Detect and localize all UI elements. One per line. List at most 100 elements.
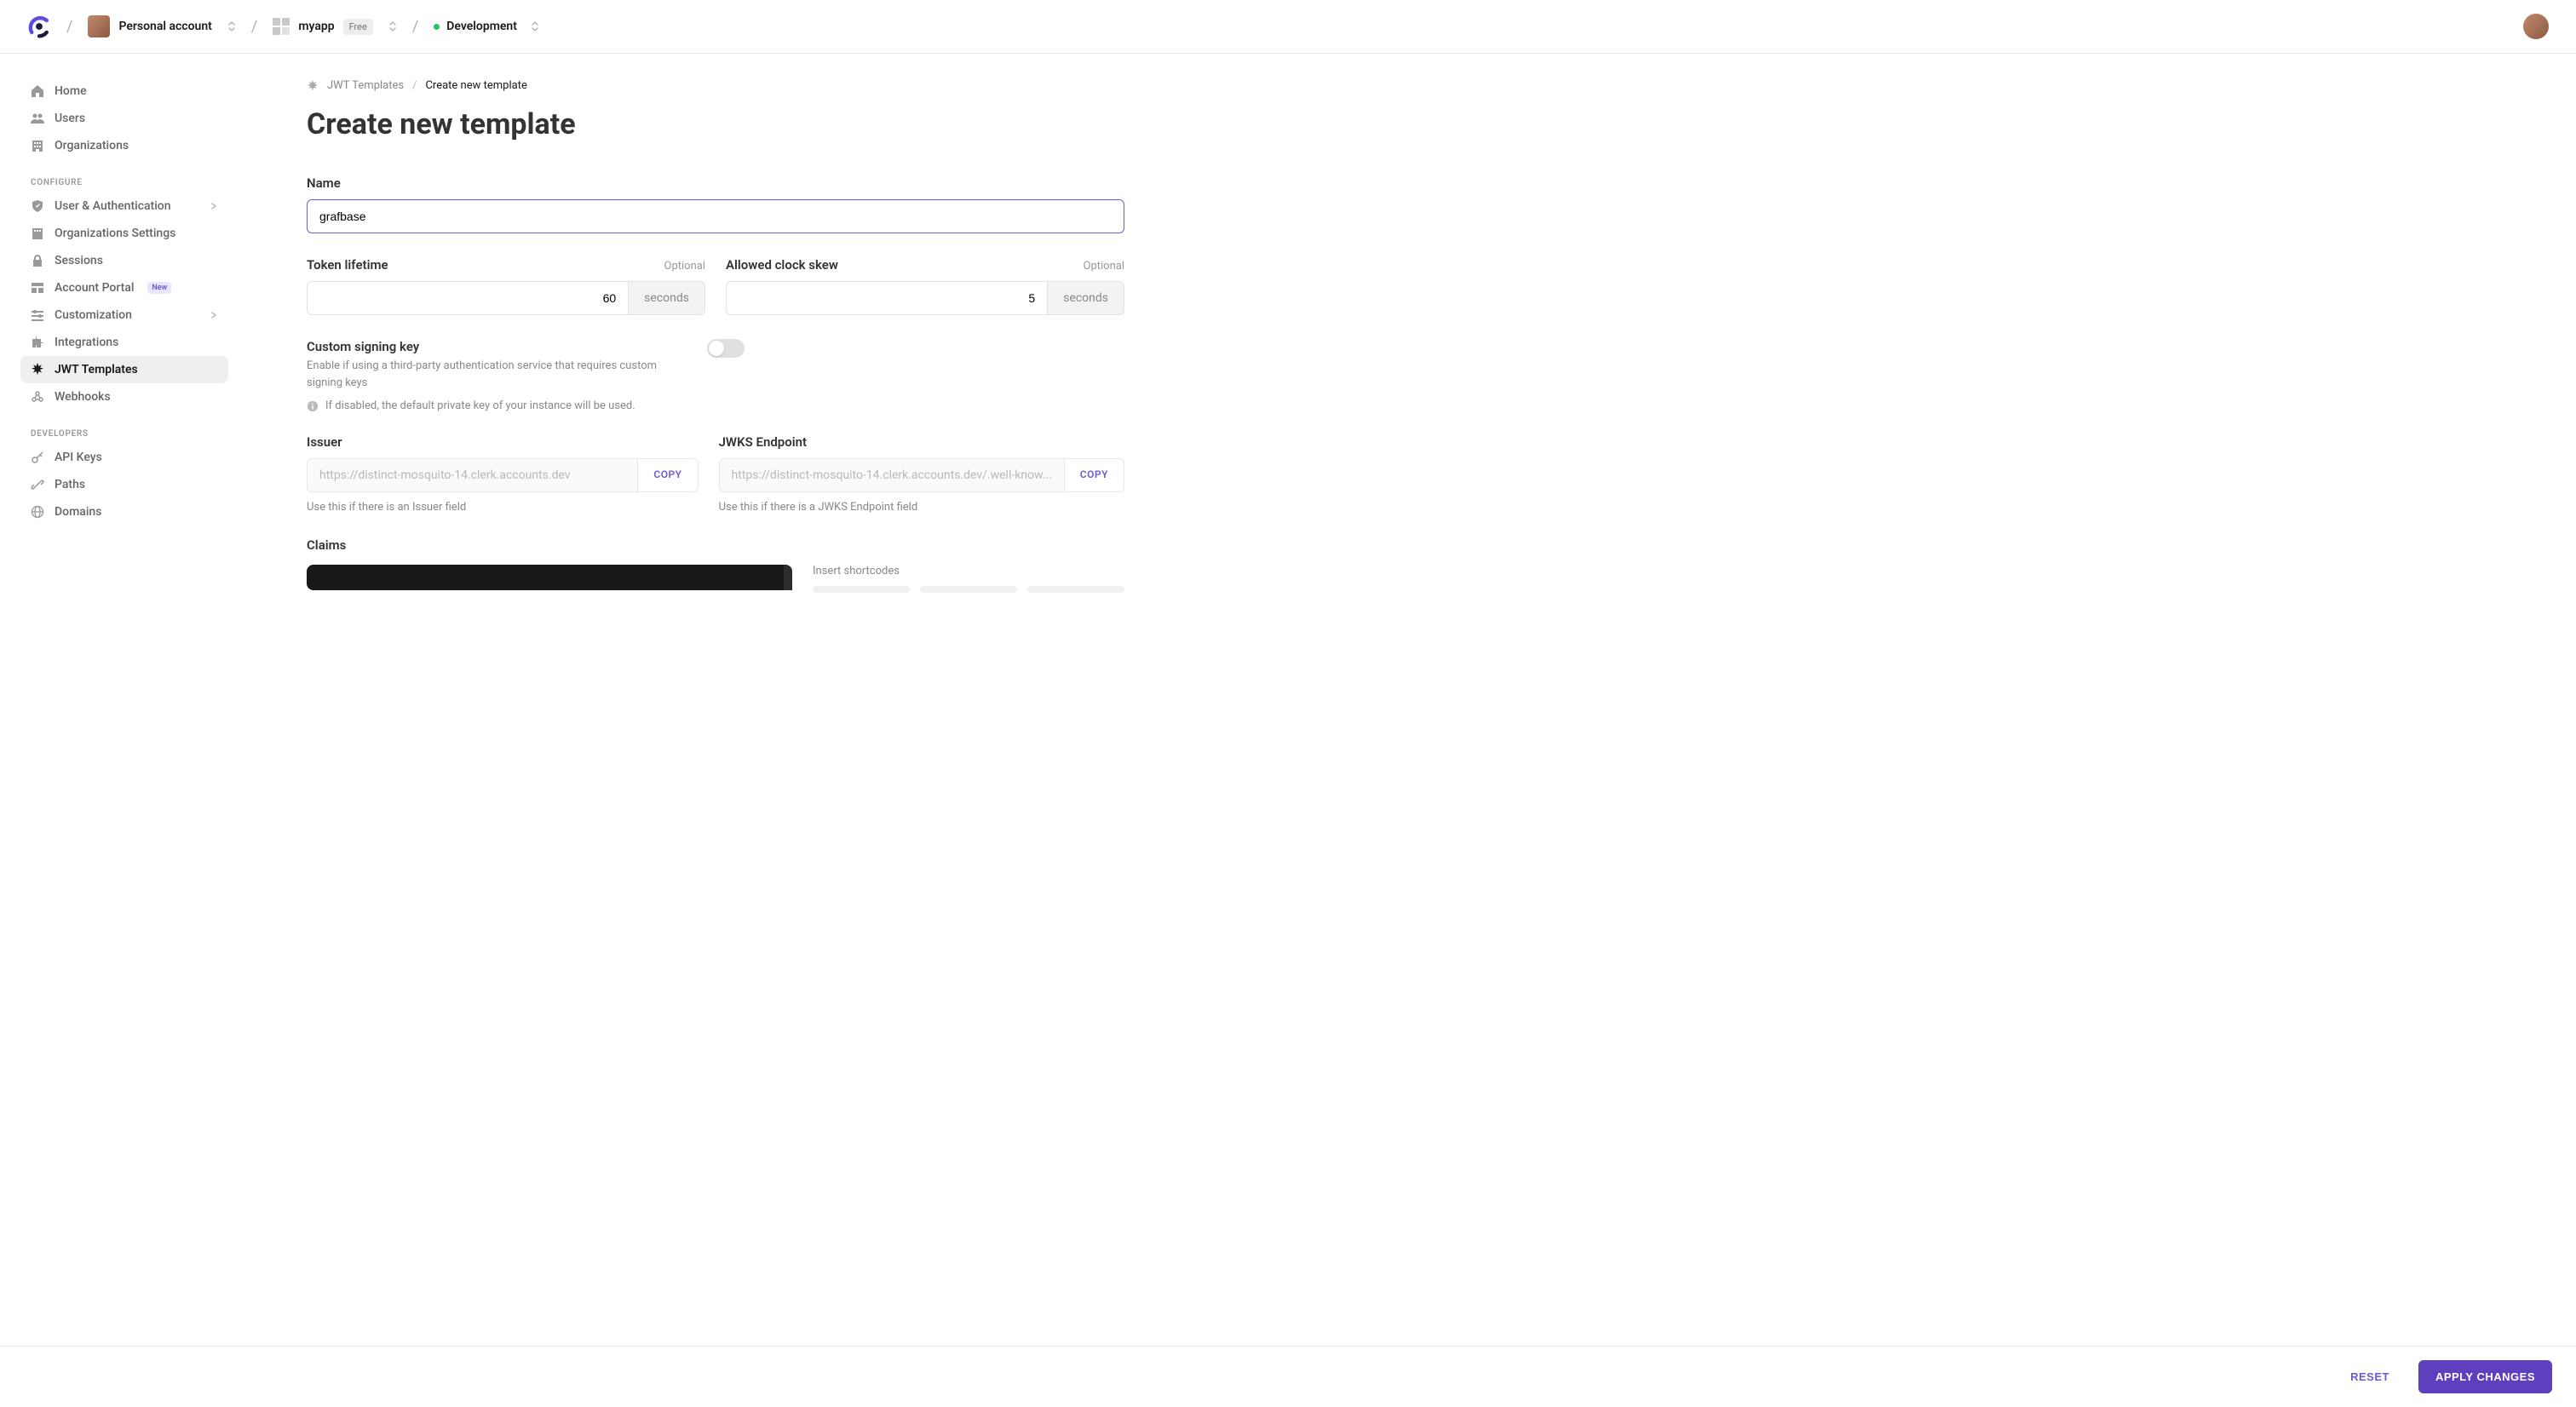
breadcrumb-sep: / bbox=[412, 18, 418, 36]
users-icon bbox=[31, 112, 44, 125]
sidebar-item-organizations[interactable]: Organizations bbox=[20, 132, 228, 159]
claims-editor[interactable] bbox=[307, 565, 792, 590]
app-selector[interactable]: myapp Free bbox=[273, 18, 397, 35]
breadcrumb-sep: / bbox=[66, 18, 72, 36]
copy-jwks-button[interactable]: COPY bbox=[1064, 459, 1124, 491]
breadcrumb-sep: / bbox=[412, 79, 417, 92]
jwks-label: JWKS Endpoint bbox=[719, 434, 807, 450]
puzzle-icon bbox=[31, 336, 44, 349]
sidebar-item-sessions[interactable]: Sessions bbox=[20, 247, 228, 274]
sidebar-item-account-portal[interactable]: Account Portal New bbox=[20, 274, 228, 302]
chevron-updown-icon[interactable] bbox=[531, 20, 539, 32]
signing-key-subtitle: Enable if using a third-party authentica… bbox=[307, 358, 673, 391]
header-left: / Personal account / myapp Free / Develo… bbox=[27, 14, 539, 38]
sidebar-item-jwt-templates[interactable]: JWT Templates bbox=[20, 356, 228, 383]
sidebar-item-label: Integrations bbox=[55, 336, 118, 349]
breadcrumb-sep: / bbox=[251, 18, 257, 36]
lock-icon bbox=[31, 254, 44, 267]
name-label: Name bbox=[307, 175, 341, 191]
sidebar-item-webhooks[interactable]: Webhooks bbox=[20, 383, 228, 411]
clock-skew-input[interactable] bbox=[727, 282, 1047, 314]
app-label: myapp bbox=[298, 20, 334, 33]
token-lifetime-input[interactable] bbox=[308, 282, 628, 314]
sidebar: Home Users Organizations CONFIGURE User … bbox=[0, 54, 239, 1350]
app-icon bbox=[273, 18, 290, 35]
token-lifetime-unit: seconds bbox=[628, 282, 704, 314]
signing-key-help: If disabled, the default private key of … bbox=[325, 399, 635, 412]
user-avatar[interactable] bbox=[2523, 14, 2549, 39]
account-selector[interactable]: Personal account bbox=[88, 15, 235, 37]
sidebar-item-paths[interactable]: Paths bbox=[20, 471, 228, 498]
copy-issuer-button[interactable]: COPY bbox=[637, 459, 697, 491]
name-input[interactable] bbox=[307, 199, 1124, 233]
sidebar-item-domains[interactable]: Domains bbox=[20, 498, 228, 525]
env-selector[interactable]: Development bbox=[434, 20, 539, 33]
info-icon bbox=[307, 400, 319, 412]
token-lifetime-label: Token lifetime bbox=[307, 257, 388, 273]
burst-icon bbox=[307, 80, 319, 92]
chevron-right-icon bbox=[210, 202, 218, 210]
sidebar-item-label: Customization bbox=[55, 308, 132, 322]
optional-label: Optional bbox=[1084, 260, 1124, 273]
sidebar-heading-developers: DEVELOPERS bbox=[20, 429, 228, 444]
sidebar-item-label: API Keys bbox=[55, 451, 102, 464]
footer-bar: RESET APPLY CHANGES bbox=[0, 1346, 2576, 1407]
reset-button[interactable]: RESET bbox=[2338, 1360, 2401, 1393]
toggle-knob bbox=[709, 341, 724, 356]
shortcodes-label: Insert shortcodes bbox=[813, 565, 1124, 577]
shortcode-pill[interactable] bbox=[813, 586, 910, 593]
clock-skew-unit: seconds bbox=[1047, 282, 1124, 314]
sidebar-item-label: Organizations Settings bbox=[55, 227, 175, 240]
sidebar-item-label: Organizations bbox=[55, 139, 129, 152]
issuer-value: https://distinct-mosquito-14.clerk.accou… bbox=[308, 459, 637, 491]
main-content: JWT Templates / Create new template Crea… bbox=[239, 54, 1176, 1350]
issuer-help: Use this if there is an Issuer field bbox=[307, 501, 699, 514]
sidebar-item-home[interactable]: Home bbox=[20, 78, 228, 105]
building-icon bbox=[31, 227, 44, 240]
sidebar-item-customization[interactable]: Customization bbox=[20, 302, 228, 329]
breadcrumb-parent[interactable]: JWT Templates bbox=[327, 79, 404, 92]
chevron-updown-icon[interactable] bbox=[227, 20, 236, 32]
sidebar-item-label: JWT Templates bbox=[55, 363, 138, 376]
sidebar-item-label: Sessions bbox=[55, 254, 103, 267]
apply-changes-button[interactable]: APPLY CHANGES bbox=[2418, 1360, 2552, 1393]
plan-badge: Free bbox=[343, 19, 373, 35]
sidebar-item-org-settings[interactable]: Organizations Settings bbox=[20, 220, 228, 247]
optional-label: Optional bbox=[664, 260, 705, 273]
new-badge: New bbox=[147, 282, 171, 294]
portal-icon bbox=[31, 281, 44, 295]
jwks-help: Use this if there is a JWKS Endpoint fie… bbox=[719, 501, 1124, 514]
clock-skew-label: Allowed clock skew bbox=[726, 257, 838, 273]
sidebar-item-label: Domains bbox=[55, 505, 101, 519]
sidebar-heading-configure: CONFIGURE bbox=[20, 178, 228, 192]
claims-label: Claims bbox=[307, 537, 346, 553]
chevron-right-icon bbox=[210, 311, 218, 319]
sidebar-item-integrations[interactable]: Integrations bbox=[20, 329, 228, 356]
chevron-updown-icon[interactable] bbox=[388, 20, 397, 32]
sliders-icon bbox=[31, 308, 44, 322]
shortcode-pill[interactable] bbox=[1027, 586, 1124, 593]
sidebar-item-label: User & Authentication bbox=[55, 199, 171, 213]
clerk-logo[interactable] bbox=[27, 14, 51, 38]
link-icon bbox=[31, 478, 44, 491]
webhook-icon bbox=[31, 390, 44, 404]
sidebar-item-user-auth[interactable]: User & Authentication bbox=[20, 192, 228, 220]
burst-icon bbox=[31, 363, 44, 376]
account-label: Personal account bbox=[118, 20, 211, 33]
jwks-value: https://distinct-mosquito-14.clerk.accou… bbox=[720, 459, 1064, 491]
key-icon bbox=[31, 451, 44, 464]
home-icon bbox=[31, 84, 44, 98]
issuer-label: Issuer bbox=[307, 434, 342, 450]
sidebar-item-label: Home bbox=[55, 84, 87, 98]
env-label: Development bbox=[446, 20, 517, 33]
signing-key-toggle[interactable] bbox=[707, 339, 745, 358]
signing-key-title: Custom signing key bbox=[307, 339, 673, 354]
sidebar-item-users[interactable]: Users bbox=[20, 105, 228, 132]
shield-icon bbox=[31, 199, 44, 213]
sidebar-item-label: Account Portal bbox=[55, 281, 134, 295]
shortcode-pill[interactable] bbox=[920, 586, 1017, 593]
sidebar-item-api-keys[interactable]: API Keys bbox=[20, 444, 228, 471]
sidebar-item-label: Paths bbox=[55, 478, 85, 491]
sidebar-item-label: Users bbox=[55, 112, 85, 125]
status-dot-icon bbox=[434, 24, 440, 30]
